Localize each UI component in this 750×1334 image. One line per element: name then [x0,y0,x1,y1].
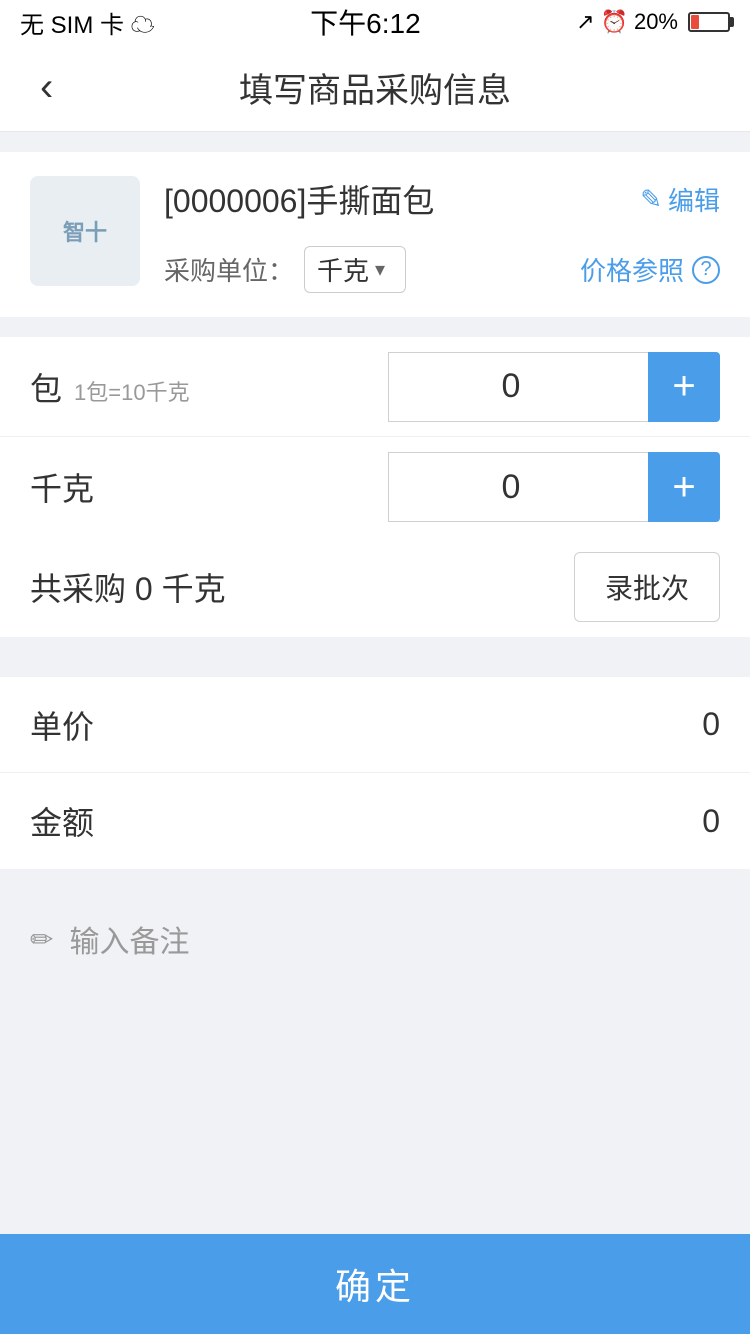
bag-quantity-input[interactable] [388,352,648,422]
status-left: 无 SIM 卡 ☁ [20,5,155,40]
nav-bar: ‹ 填写商品采购信息 [0,44,750,132]
back-button[interactable]: ‹ [30,55,63,120]
summary-value: 0 [135,571,162,607]
product-name: [0000006]手撕面包 [164,176,434,222]
page-title: 填写商品采购信息 [239,63,511,112]
kg-quantity-input[interactable] [388,452,648,522]
bag-label: 包 1包=10千克 [30,364,190,410]
separator-1 [0,317,750,337]
kg-input-control: + [388,452,720,522]
kg-label: 千克 [30,464,94,510]
status-time: 下午6:12 [310,2,421,42]
status-right: ↗ ⏰ 20% [576,9,730,35]
unit-label: 采购单位： 千克 ▾ [164,246,406,293]
kg-input-row: 千克 + [0,437,750,537]
separator-2 [0,637,750,657]
bag-input-row: 包 1包=10千克 + [0,337,750,437]
pencil-icon: ✏ [30,923,53,956]
unit-price-row: 单价 0 [0,677,750,773]
unit-price-label: 单价 [30,702,94,748]
bag-plus-button[interactable]: + [648,352,720,422]
bag-label-text: 包 [30,364,62,410]
bag-input-control: + [388,352,720,422]
summary-unit: 千克 [162,571,226,607]
price-info-section: 单价 0 金额 0 [0,677,750,869]
alarm-icon: ⏰ [601,9,628,35]
amount-row: 金额 0 [0,773,750,869]
product-logo: 智十 [63,215,107,247]
battery-icon [688,12,730,32]
info-icon: ? [692,256,720,284]
unit-label-text: 采购单位： [164,251,294,288]
battery-percent: 20% [634,9,678,35]
kg-label-text: 千克 [30,464,94,510]
unit-value: 千克 [317,251,369,288]
amount-value: 0 [702,803,720,840]
amount-label: 金额 [30,798,94,844]
product-info: [0000006]手撕面包 ✎ 编辑 采购单位： 千克 ▾ 价格参照 ? [164,176,720,293]
remarks-placeholder: 输入备注 [69,917,189,961]
edit-label: 编辑 [668,181,720,218]
price-ref-label: 价格参照 [580,251,684,288]
product-name-row: [0000006]手撕面包 ✎ 编辑 [164,176,720,222]
edit-icon: ✎ [640,184,662,215]
confirm-button[interactable]: 确定 [0,1234,750,1334]
remarks-section[interactable]: ✏ 输入备注 [0,889,750,989]
sim-wifi-status: 无 SIM 卡 ☁ [20,5,155,40]
product-meta-row: 采购单位： 千克 ▾ 价格参照 ? [164,246,720,293]
price-ref-button[interactable]: 价格参照 ? [580,251,720,288]
bottom-spacer [0,989,750,1109]
unit-select[interactable]: 千克 ▾ [304,246,406,293]
location-icon: ↗ [576,9,594,35]
bag-sublabel: 1包=10千克 [74,375,190,407]
batch-button[interactable]: 录批次 [574,552,720,622]
summary-label: 共采购 [30,571,135,607]
summary-row: 共采购 0 千克 录批次 [0,537,750,637]
product-card: 智十 [0000006]手撕面包 ✎ 编辑 采购单位： 千克 ▾ 价格参照 ? [0,152,750,317]
kg-plus-button[interactable]: + [648,452,720,522]
status-bar: 无 SIM 卡 ☁ 下午6:12 ↗ ⏰ 20% [0,0,750,44]
edit-button[interactable]: ✎ 编辑 [640,181,720,218]
chevron-down-icon: ▾ [375,257,385,282]
input-section: 包 1包=10千克 + 千克 + [0,337,750,537]
product-image: 智十 [30,176,140,286]
unit-price-value: 0 [702,706,720,743]
summary-text: 共采购 0 千克 [30,564,226,610]
